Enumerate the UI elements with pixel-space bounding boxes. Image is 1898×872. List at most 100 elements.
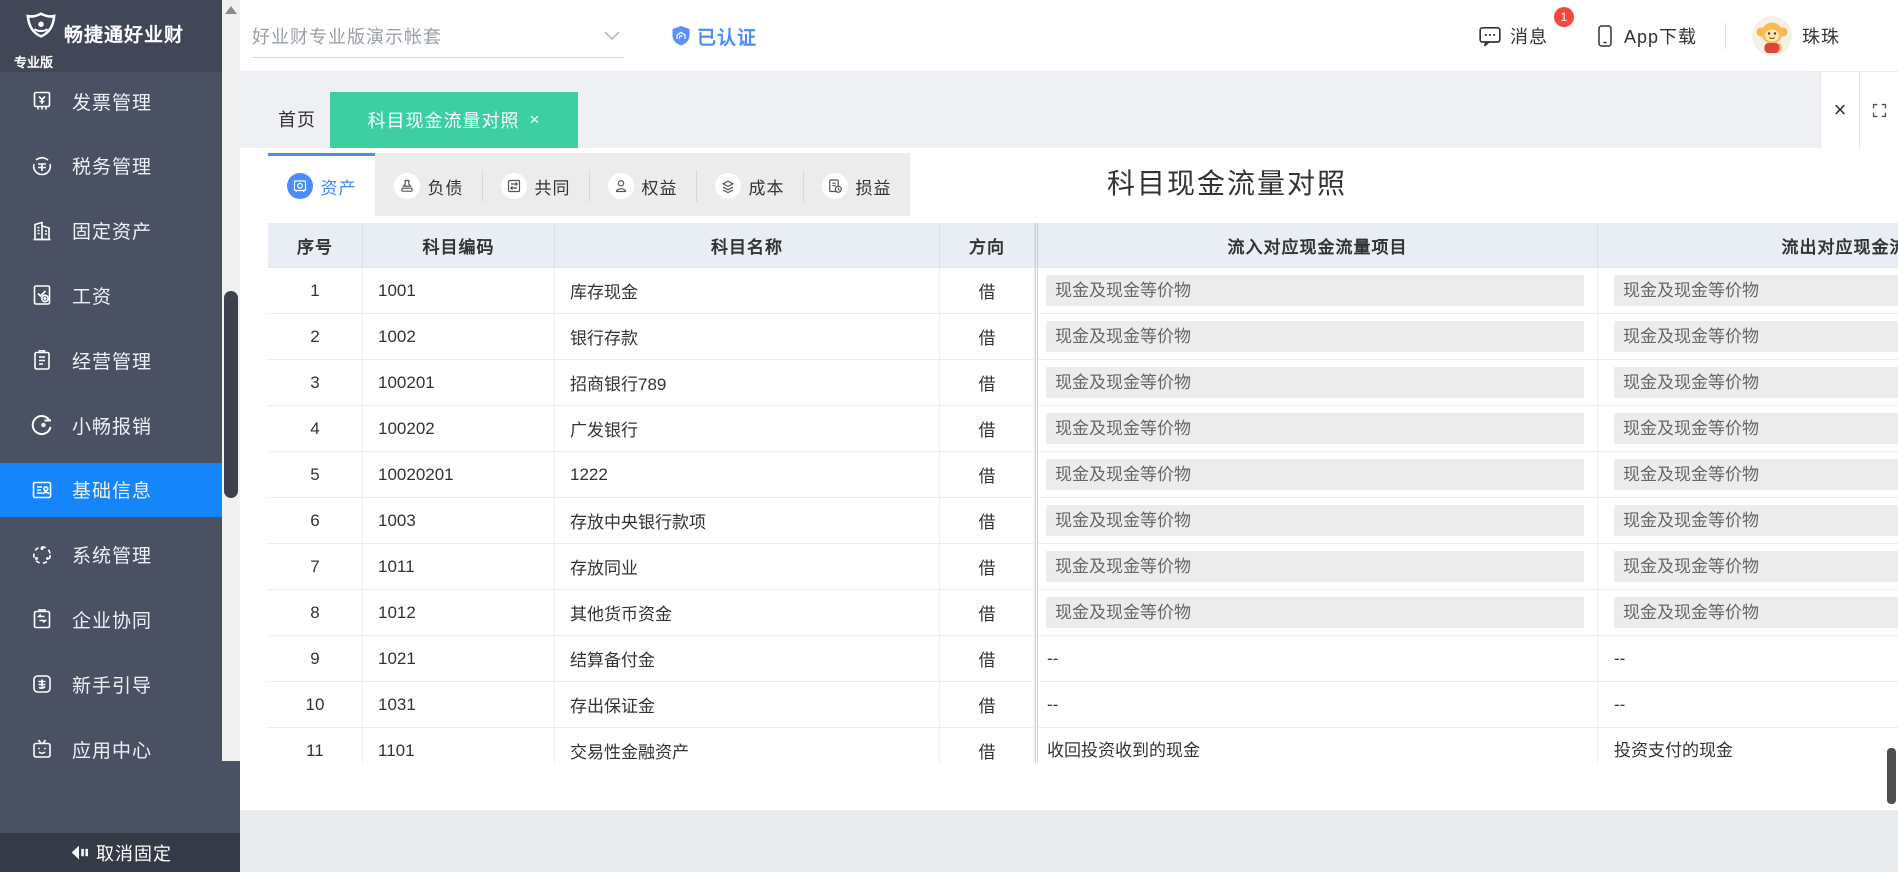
table-row[interactable]: 3 100201 招商银行789 借 现金及现金等价物 现金及现金等价物 bbox=[268, 360, 1898, 406]
category-tab[interactable]: 成本 bbox=[696, 153, 803, 216]
sidebar-item[interactable]: 应用中心 bbox=[0, 722, 222, 776]
cell-code: 100201 bbox=[363, 360, 555, 406]
category-tab[interactable]: 资产 bbox=[268, 153, 375, 216]
inflow-value[interactable]: 现金及现金等价物 bbox=[1046, 367, 1584, 398]
outflow-value[interactable]: 现金及现金等价物 bbox=[1614, 413, 1898, 444]
cell-inflow: 收回投资收到的现金 bbox=[1035, 728, 1598, 763]
table-row[interactable]: 1 1001 库存现金 借 现金及现金等价物 现金及现金等价物 bbox=[268, 268, 1898, 314]
inflow-value[interactable]: 现金及现金等价物 bbox=[1046, 459, 1584, 490]
sidebar-item-label: 应用中心 bbox=[72, 740, 153, 762]
category-tab[interactable]: 权益 bbox=[589, 153, 696, 216]
inflow-value[interactable]: 现金及现金等价物 bbox=[1046, 413, 1584, 444]
sidebar-item[interactable]: 经营管理 bbox=[0, 333, 222, 387]
inflow-value: 收回投资收到的现金 bbox=[1047, 741, 1200, 760]
table-row[interactable]: 7 1011 存放同业 借 现金及现金等价物 现金及现金等价物 bbox=[268, 544, 1898, 590]
table-row[interactable]: 11 1101 交易性金融资产 借 收回投资收到的现金 投资支付的现金 bbox=[268, 728, 1898, 763]
table-row[interactable]: 10 1031 存出保证金 借 -- -- bbox=[268, 682, 1898, 728]
inflow-value[interactable]: 现金及现金等价物 bbox=[1046, 321, 1584, 352]
cell-name: 结算备付金 bbox=[555, 636, 940, 682]
sidebar-item[interactable]: 固定资产 bbox=[0, 204, 222, 258]
sidebar-item[interactable]: 小畅报销 bbox=[0, 398, 222, 452]
sidebar-item-label: 企业协同 bbox=[72, 610, 153, 632]
account-set-value: 好业财专业版演示帐套 bbox=[252, 26, 442, 47]
common-icon bbox=[500, 173, 527, 199]
table-row[interactable]: 5 10020201 1222 借 现金及现金等价物 现金及现金等价物 bbox=[268, 452, 1898, 498]
outflow-value[interactable]: 现金及现金等价物 bbox=[1614, 367, 1898, 398]
outflow-value[interactable]: 现金及现金等价物 bbox=[1614, 597, 1898, 628]
asset-icon bbox=[286, 173, 313, 199]
inflow-value[interactable]: 现金及现金等价物 bbox=[1046, 275, 1584, 306]
table-row[interactable]: 4 100202 广发银行 借 现金及现金等价物 现金及现金等价物 bbox=[268, 406, 1898, 452]
cell-outflow: -- bbox=[1598, 682, 1898, 728]
sidebar-item[interactable]: 新手引导 bbox=[0, 657, 222, 711]
outflow-value: -- bbox=[1614, 695, 1626, 714]
unpin-sidebar-button[interactable]: 取消固定 bbox=[0, 833, 240, 872]
tab-home[interactable]: 首页 bbox=[278, 92, 316, 148]
cell-inflow: -- bbox=[1035, 682, 1598, 728]
category-tabs: 资产 负债 共同 权益 成本 损益 bbox=[268, 153, 910, 216]
topbar-divider bbox=[1725, 23, 1726, 49]
inflow-value[interactable]: 现金及现金等价物 bbox=[1046, 597, 1584, 628]
username[interactable]: 珠珠 bbox=[1802, 23, 1840, 49]
column-header: 科目编码 bbox=[363, 223, 555, 268]
panel-scrollbar-thumb[interactable] bbox=[1887, 748, 1896, 804]
messages-label: 消息 bbox=[1509, 27, 1548, 47]
cell-direction: 借 bbox=[940, 682, 1035, 728]
category-tab-label: 权益 bbox=[641, 178, 678, 198]
sidebar-item[interactable]: 发票管理 bbox=[0, 74, 222, 128]
salary-icon bbox=[30, 283, 54, 307]
outflow-value[interactable]: 现金及现金等价物 bbox=[1614, 275, 1898, 306]
table-header: 序号科目编码科目名称方向流入对应现金流量项目流出对应现金流量项目 bbox=[268, 223, 1898, 268]
tab-close-icon[interactable]: × bbox=[530, 110, 541, 130]
inflow-value: -- bbox=[1047, 649, 1059, 668]
close-tabs-button[interactable]: × bbox=[1820, 72, 1859, 148]
cell-name: 1222 bbox=[555, 452, 940, 498]
message-icon bbox=[1478, 24, 1502, 48]
cell-direction: 借 bbox=[940, 452, 1035, 498]
sidebar-item[interactable]: 工资 bbox=[0, 268, 222, 322]
category-tab-label: 损益 bbox=[855, 178, 892, 198]
inflow-value[interactable]: 现金及现金等价物 bbox=[1046, 551, 1584, 582]
table-row[interactable]: 8 1012 其他货币资金 借 现金及现金等价物 现金及现金等价物 bbox=[268, 590, 1898, 636]
cell-inflow: 现金及现金等价物 bbox=[1035, 360, 1598, 406]
cell-inflow: -- bbox=[1035, 636, 1598, 682]
sidebar-scrollbar-thumb[interactable] bbox=[224, 291, 238, 498]
outflow-value[interactable]: 现金及现金等价物 bbox=[1614, 551, 1898, 582]
table-row[interactable]: 2 1002 银行存款 借 现金及现金等价物 现金及现金等价物 bbox=[268, 314, 1898, 360]
column-header: 科目名称 bbox=[555, 223, 940, 268]
verified-badge[interactable]: 已认证 bbox=[670, 0, 757, 72]
cell-code: 1003 bbox=[363, 498, 555, 544]
category-tab[interactable]: 共同 bbox=[482, 153, 589, 216]
sidebar-item[interactable]: 企业协同 bbox=[0, 592, 222, 646]
basic-info-icon bbox=[30, 478, 54, 502]
table-row[interactable]: 6 1003 存放中央银行款项 借 现金及现金等价物 现金及现金等价物 bbox=[268, 498, 1898, 544]
outflow-value[interactable]: 现金及现金等价物 bbox=[1614, 459, 1898, 490]
outflow-value[interactable]: 现金及现金等价物 bbox=[1614, 321, 1898, 352]
category-tab-label: 负债 bbox=[427, 178, 464, 198]
category-tab[interactable]: 损益 bbox=[803, 153, 910, 216]
cell-direction: 借 bbox=[940, 406, 1035, 452]
collaboration-icon bbox=[30, 607, 54, 631]
category-tab[interactable]: 负债 bbox=[375, 153, 482, 216]
account-set-selector[interactable]: 好业财专业版演示帐套 bbox=[252, 14, 624, 58]
messages-button[interactable]: 消息 1 bbox=[1478, 7, 1574, 49]
cell-direction: 借 bbox=[940, 728, 1035, 763]
sidebar-item[interactable]: 系统管理 bbox=[0, 528, 222, 582]
inflow-value[interactable]: 现金及现金等价物 bbox=[1046, 505, 1584, 536]
cell-outflow: 现金及现金等价物 bbox=[1598, 544, 1898, 590]
category-tab-label: 成本 bbox=[748, 178, 785, 198]
sidebar-item[interactable]: 基础信息 bbox=[0, 462, 222, 517]
equity-icon bbox=[607, 173, 634, 199]
avatar[interactable] bbox=[1752, 16, 1792, 56]
cell-seq: 2 bbox=[268, 314, 363, 360]
app-download-button[interactable]: App下载 bbox=[1594, 23, 1697, 49]
sidebar-item[interactable]: 税务管理 bbox=[0, 139, 222, 193]
cell-direction: 借 bbox=[940, 636, 1035, 682]
sidebar-item-label: 系统管理 bbox=[72, 546, 153, 568]
sidebar-scrollbar[interactable] bbox=[222, 0, 240, 761]
outflow-value[interactable]: 现金及现金等价物 bbox=[1614, 505, 1898, 536]
scroll-up-arrow-icon[interactable] bbox=[225, 6, 237, 14]
fullscreen-button[interactable] bbox=[1859, 72, 1898, 148]
tab-active-page[interactable]: 科目现金流量对照 × bbox=[330, 92, 578, 148]
table-row[interactable]: 9 1021 结算备付金 借 -- -- bbox=[268, 636, 1898, 682]
